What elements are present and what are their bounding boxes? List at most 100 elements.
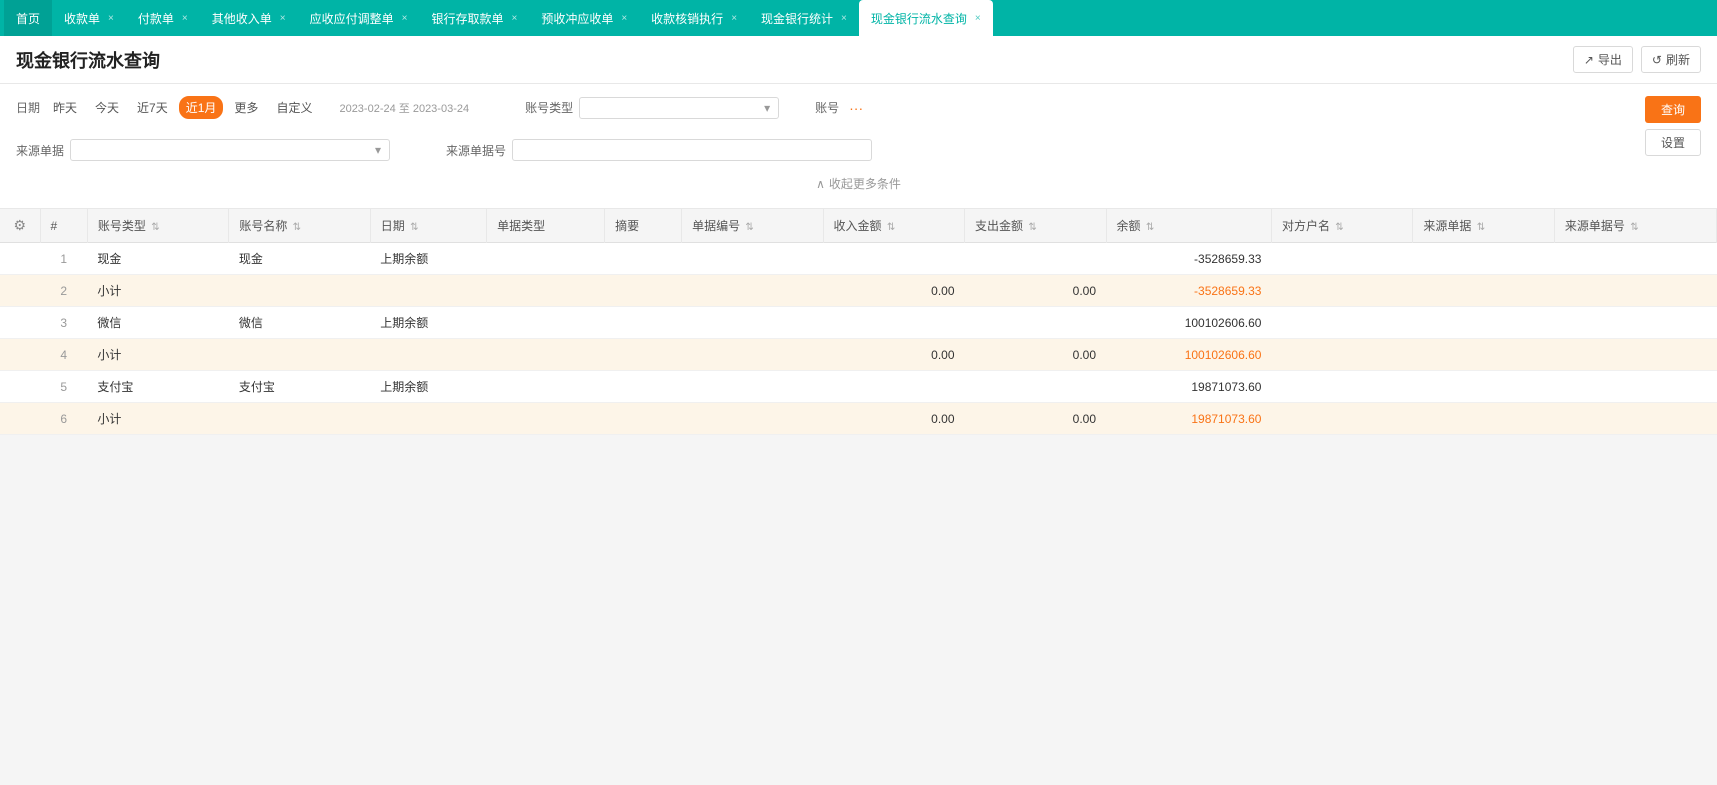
th-account-name[interactable]: 账号名称 ⇅ <box>229 209 370 243</box>
nav-label: 付款单 <box>138 10 174 27</box>
td-num: 3 <box>40 307 87 339</box>
export-button[interactable]: ↗ 导出 <box>1573 46 1633 73</box>
td-income <box>823 243 964 275</box>
td-settings <box>0 339 40 371</box>
td-balance: -3528659.33 <box>1106 275 1271 307</box>
date-btn-today[interactable]: 今天 <box>88 96 126 119</box>
sort-icon: ⇅ <box>745 222 753 233</box>
nav-qitashouru[interactable]: 其他收入单 × <box>200 0 298 36</box>
account-type-filter-group: 账号类型 ▾ <box>525 97 779 119</box>
td-source-doc-no <box>1554 371 1716 403</box>
nav-close-icon[interactable]: × <box>280 13 286 24</box>
nav-close-icon[interactable]: × <box>402 13 408 24</box>
nav-home[interactable]: 首页 <box>4 0 52 36</box>
td-num: 4 <box>40 339 87 371</box>
td-counterparty <box>1271 243 1412 275</box>
td-summary <box>605 339 682 371</box>
td-account-name <box>229 339 370 371</box>
account-type-select[interactable]: ▾ <box>579 97 779 119</box>
nav-label: 现金银行流水查询 <box>871 10 967 27</box>
export-icon: ↗ <box>1584 53 1594 67</box>
nav-close-icon[interactable]: × <box>108 13 114 24</box>
td-expense: 0.00 <box>965 403 1106 435</box>
date-shortcuts: 昨天 今天 近7天 近1月 更多 自定义 <box>46 96 319 119</box>
td-doc-no <box>682 403 823 435</box>
th-source-doc-no[interactable]: 来源单据号 ⇅ <box>1554 209 1716 243</box>
th-date-label: 日期 <box>381 219 405 233</box>
date-range: 2023-02-24 至 2023-03-24 <box>339 100 469 116</box>
td-settings <box>0 307 40 339</box>
date-btn-yesterday[interactable]: 昨天 <box>46 96 84 119</box>
settings-button[interactable]: 设置 <box>1645 129 1701 156</box>
nav-close-icon[interactable]: × <box>841 13 847 24</box>
th-account-name-label: 账号名称 <box>239 219 287 233</box>
td-counterparty <box>1271 307 1412 339</box>
nav-yushouchong[interactable]: 预收冲应收单 × <box>529 0 639 36</box>
refresh-button[interactable]: ↺ 刷新 <box>1641 46 1701 73</box>
account-filter-group: 账号 ··· <box>815 99 867 116</box>
sort-icon: ⇅ <box>293 222 301 233</box>
th-date[interactable]: 日期 ⇅ <box>370 209 486 243</box>
th-account-type[interactable]: 账号类型 ⇅ <box>87 209 228 243</box>
nav-close-icon[interactable]: × <box>621 13 627 24</box>
filter-row-2: 来源单据 ▾ 来源单据号 <box>16 139 1629 161</box>
td-doc-type <box>487 339 605 371</box>
td-balance: 100102606.60 <box>1106 339 1271 371</box>
date-btn-more[interactable]: 更多 <box>227 96 265 119</box>
td-account-type: 现金 <box>87 243 228 275</box>
th-expense[interactable]: 支出金额 ⇅ <box>965 209 1106 243</box>
td-source-doc <box>1413 371 1554 403</box>
td-summary <box>605 275 682 307</box>
top-nav: 首页 收款单 × 付款单 × 其他收入单 × 应收应付调整单 × 银行存取款单 … <box>0 0 1717 36</box>
source-doc-label: 来源单据 <box>16 142 64 159</box>
export-label: 导出 <box>1598 51 1622 68</box>
th-balance-label: 余额 <box>1117 219 1141 233</box>
th-income[interactable]: 收入金额 ⇅ <box>823 209 964 243</box>
td-summary <box>605 243 682 275</box>
date-btn-custom[interactable]: 自定义 <box>269 96 319 119</box>
nav-close-icon[interactable]: × <box>182 13 188 24</box>
nav-yinhangcunqu[interactable]: 银行存取款单 × <box>419 0 529 36</box>
td-source-doc <box>1413 275 1554 307</box>
td-account-type: 微信 <box>87 307 228 339</box>
chevron-down-icon-2: ▾ <box>375 143 381 157</box>
nav-fukuan[interactable]: 付款单 × <box>126 0 200 36</box>
td-balance: 100102606.60 <box>1106 307 1271 339</box>
td-doc-type <box>487 275 605 307</box>
th-source-doc[interactable]: 来源单据 ⇅ <box>1413 209 1554 243</box>
nav-yingshouyingfu[interactable]: 应收应付调整单 × <box>298 0 420 36</box>
gear-icon[interactable]: ⚙ <box>13 217 26 233</box>
source-doc-no-input[interactable] <box>512 139 872 161</box>
td-income <box>823 371 964 403</box>
td-expense: 0.00 <box>965 275 1106 307</box>
nav-shoukuan[interactable]: 收款单 × <box>52 0 126 36</box>
td-date <box>370 339 486 371</box>
date-btn-7days[interactable]: 近7天 <box>130 96 175 119</box>
source-doc-select[interactable]: ▾ <box>70 139 390 161</box>
account-dots[interactable]: ··· <box>845 100 867 116</box>
th-doc-no[interactable]: 单据编号 ⇅ <box>682 209 823 243</box>
td-date: 上期余额 <box>370 243 486 275</box>
filter-row-1: 日期 昨天 今天 近7天 近1月 更多 自定义 2023-02-24 至 202… <box>16 96 1629 119</box>
td-summary <box>605 403 682 435</box>
nav-close-icon[interactable]: × <box>975 13 981 24</box>
td-account-type: 小计 <box>87 275 228 307</box>
td-account-type: 小计 <box>87 403 228 435</box>
query-button[interactable]: 查询 <box>1645 96 1701 123</box>
nav-xianjintongji[interactable]: 现金银行统计 × <box>749 0 859 36</box>
sort-icon: ⇅ <box>1630 222 1638 233</box>
nav-liushui[interactable]: 现金银行流水查询 × <box>859 0 993 36</box>
th-balance[interactable]: 余额 ⇅ <box>1106 209 1271 243</box>
nav-close-icon[interactable]: × <box>731 13 737 24</box>
td-summary <box>605 307 682 339</box>
th-settings[interactable]: ⚙ <box>0 209 40 243</box>
nav-shoukuanhexiao[interactable]: 收款核销执行 × <box>639 0 749 36</box>
collapse-bar[interactable]: ∧ 收起更多条件 <box>16 171 1701 196</box>
td-account-name: 微信 <box>229 307 370 339</box>
date-btn-1month[interactable]: 近1月 <box>179 96 224 119</box>
th-counterparty[interactable]: 对方户名 ⇅ <box>1271 209 1412 243</box>
td-settings <box>0 403 40 435</box>
nav-label: 应收应付调整单 <box>310 10 394 27</box>
nav-close-icon[interactable]: × <box>511 13 517 24</box>
td-doc-type <box>487 371 605 403</box>
